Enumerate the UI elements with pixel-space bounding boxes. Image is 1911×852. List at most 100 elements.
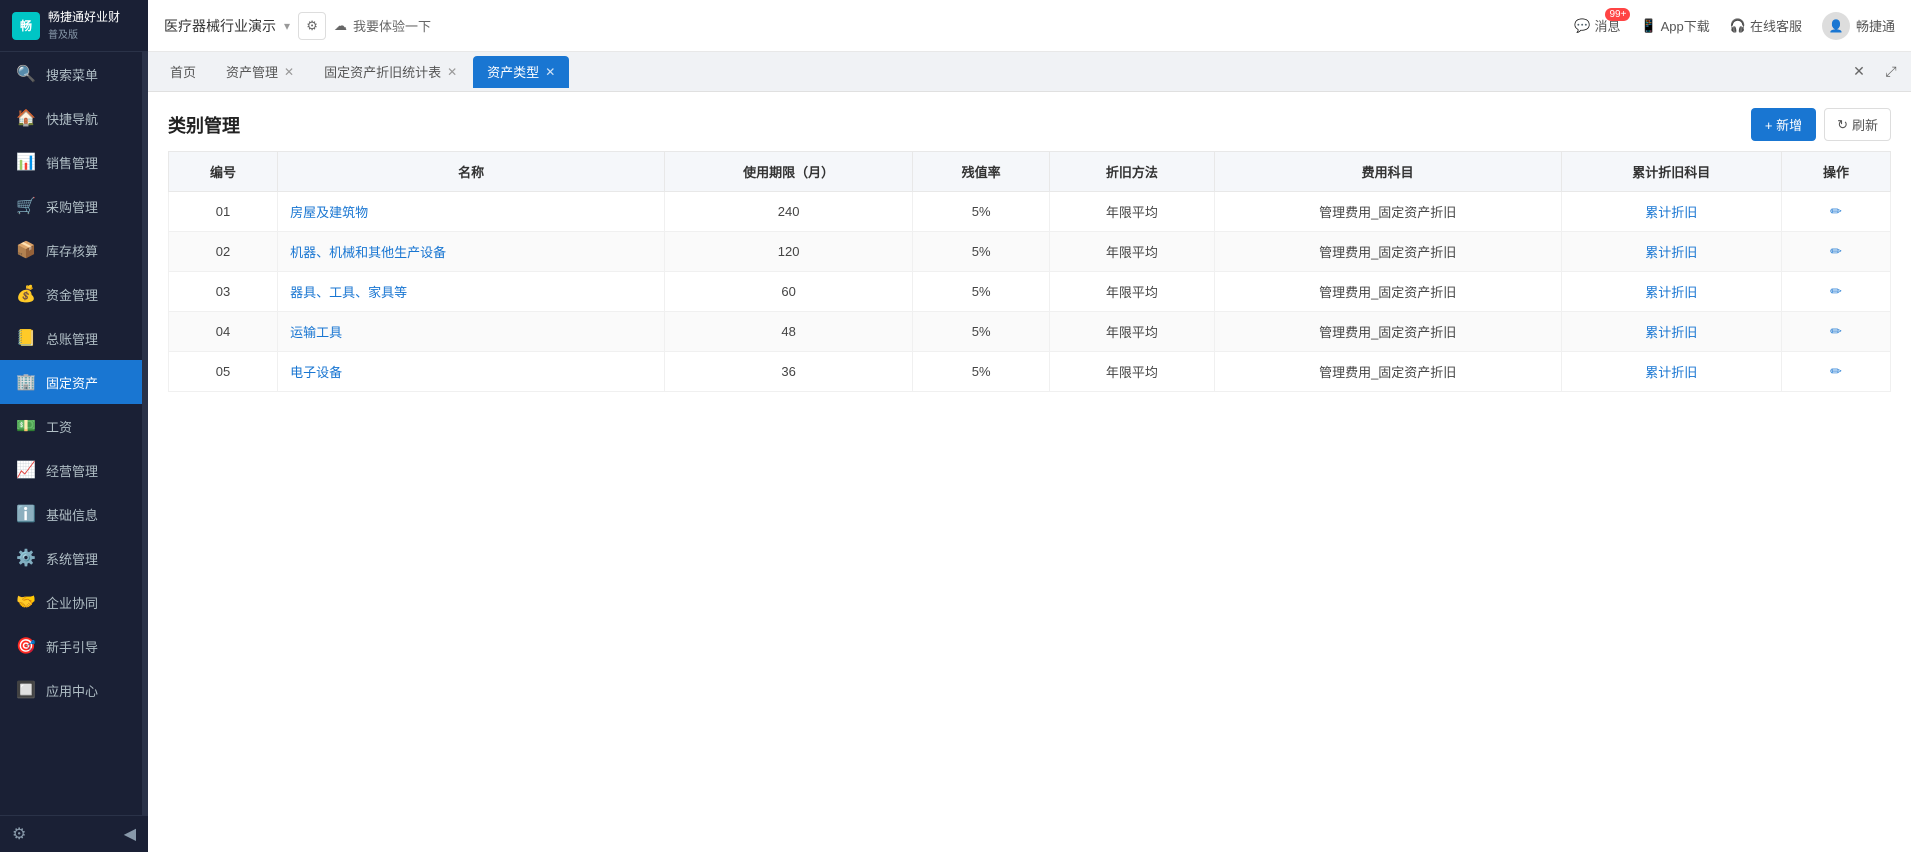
sidebar-item-label: 采购管理 [46,197,98,216]
cell-accumulated[interactable]: 累计折旧 [1561,232,1781,272]
cell-method: 年限平均 [1050,272,1215,312]
online-service-action[interactable]: 🎧 在线客服 [1730,16,1802,35]
tabbar: 首页资产管理✕固定资产折旧统计表✕资产类型✕ ✕ ⤢ [148,52,1911,92]
company-settings-icon[interactable]: ⚙ [298,12,326,40]
sidebar-item-basic-info[interactable]: ℹ️ 基础信息 [0,492,142,536]
sidebar-item-fixed-assets[interactable]: 🏢 固定资产 [0,360,142,404]
col-header: 残值率 [913,152,1050,192]
payroll-icon: 💵 [16,416,36,436]
sidebar-item-search[interactable]: 🔍 搜索菜单 [0,52,142,96]
cell-method: 年限平均 [1050,352,1215,392]
sidebar-item-quick-nav[interactable]: 🏠 快捷导航 [0,96,142,140]
sidebar-item-purchase[interactable]: 🛒 采购管理 [0,184,142,228]
cell-action[interactable]: ✏ [1781,352,1890,392]
col-header: 操作 [1781,152,1890,192]
user-menu[interactable]: 👤 畅捷通 [1822,12,1895,40]
main-content: 医疗器械行业演示 ▾ ⚙ ☁ 我要体验一下 💬 消息 99+ 📱 App下载 🎧… [148,0,1911,852]
tab-asset-type[interactable]: 资产类型✕ [473,56,569,88]
collapse-icon[interactable]: ◀ [124,824,136,844]
sidebar-item-sales[interactable]: 📊 销售管理 [0,140,142,184]
sidebar-item-label: 搜索菜单 [46,65,98,84]
fixed-assets-icon: 🏢 [16,372,36,392]
cell-accumulated[interactable]: 累计折旧 [1561,192,1781,232]
cell-name[interactable]: 器具、工具、家具等 [278,272,665,312]
sidebar-footer: ⚙ ◀ [0,815,148,852]
app-download-icon: 📱 [1640,18,1656,34]
operation-icon: 📈 [16,460,36,480]
edit-icon[interactable]: ✏ [1830,203,1842,219]
cell-action[interactable]: ✏ [1781,272,1890,312]
sidebar-item-label: 总账管理 [46,329,98,348]
col-header: 费用科目 [1214,152,1561,192]
sidebar-item-inventory[interactable]: 📦 库存核算 [0,228,142,272]
cell-name[interactable]: 电子设备 [278,352,665,392]
system-icon: ⚙️ [16,548,36,568]
avatar: 👤 [1822,12,1850,40]
sidebar-item-label: 新手引导 [46,637,98,656]
tab-close-icon[interactable]: ✕ [545,66,555,78]
app-logo: 畅 [12,12,40,40]
cell-code: 05 [169,352,278,392]
cell-name[interactable]: 运输工具 [278,312,665,352]
close-tab-btn[interactable]: ✕ [1847,60,1871,84]
sidebar-item-app-center[interactable]: 🔲 应用中心 [0,668,142,712]
cell-name[interactable]: 房屋及建筑物 [278,192,665,232]
sidebar-item-operation[interactable]: 📈 经营管理 [0,448,142,492]
tab-label: 首页 [170,62,196,81]
page-area: 类别管理 + 新增 ↻ 刷新 编号名称使用期限（月）残值率折旧方法费用科目累计折… [148,92,1911,852]
username: 畅捷通 [1856,16,1895,35]
edit-icon[interactable]: ✏ [1830,283,1842,299]
cell-residual: 5% [913,312,1050,352]
sidebar-scrollbar[interactable] [142,52,148,815]
sidebar-item-label: 基础信息 [46,505,98,524]
maximize-btn[interactable]: ⤢ [1879,60,1903,84]
sidebar-item-ledger[interactable]: 📒 总账管理 [0,316,142,360]
ledger-icon: 📒 [16,328,36,348]
inventory-icon: 📦 [16,240,36,260]
app-download-action[interactable]: 📱 App下载 [1640,16,1709,35]
col-header: 使用期限（月） [665,152,913,192]
sidebar-item-label: 企业协同 [46,593,98,612]
tab-close-icon[interactable]: ✕ [447,66,457,78]
settings-icon[interactable]: ⚙ [12,824,26,844]
edit-icon[interactable]: ✏ [1830,363,1842,379]
sidebar-item-label: 经营管理 [46,461,98,480]
tabbar-controls: ✕ ⤢ [1847,60,1903,84]
cell-name[interactable]: 机器、机械和其他生产设备 [278,232,665,272]
company-dropdown-icon[interactable]: ▾ [284,19,290,33]
sidebar-item-guide[interactable]: 🎯 新手引导 [0,624,142,668]
new-button[interactable]: + 新增 [1751,108,1816,141]
sidebar-item-system[interactable]: ⚙️ 系统管理 [0,536,142,580]
cell-method: 年限平均 [1050,192,1215,232]
edit-icon[interactable]: ✏ [1830,243,1842,259]
cell-action[interactable]: ✏ [1781,192,1890,232]
try-experience-btn[interactable]: ☁ 我要体验一下 [334,16,431,35]
cell-action[interactable]: ✏ [1781,312,1890,352]
cell-accumulated[interactable]: 累计折旧 [1561,312,1781,352]
cell-expense: 管理费用_固定资产折旧 [1214,312,1561,352]
cell-action[interactable]: ✏ [1781,232,1890,272]
table-row: 04 运输工具 48 5% 年限平均 管理费用_固定资产折旧 累计折旧 ✏ [169,312,1891,352]
app-title: 畅捷通好业财 [48,10,120,26]
table-row: 02 机器、机械和其他生产设备 120 5% 年限平均 管理费用_固定资产折旧 … [169,232,1891,272]
tab-home[interactable]: 首页 [156,56,210,88]
tab-close-icon[interactable]: ✕ [284,66,294,78]
message-action[interactable]: 💬 消息 99+ [1574,16,1620,35]
refresh-button[interactable]: ↻ 刷新 [1824,108,1891,141]
company-name[interactable]: 医疗器械行业演示 [164,16,276,36]
tab-asset-mgmt[interactable]: 资产管理✕ [212,56,308,88]
sales-icon: 📊 [16,152,36,172]
edit-icon[interactable]: ✏ [1830,323,1842,339]
cell-accumulated[interactable]: 累计折旧 [1561,352,1781,392]
refresh-icon: ↻ [1837,117,1848,133]
sidebar-item-fund[interactable]: 💰 资金管理 [0,272,142,316]
cell-accumulated[interactable]: 累计折旧 [1561,272,1781,312]
sidebar-item-cooperation[interactable]: 🤝 企业协同 [0,580,142,624]
tab-depreciation-table[interactable]: 固定资产折旧统计表✕ [310,56,471,88]
cell-expense: 管理费用_固定资产折旧 [1214,232,1561,272]
category-table: 编号名称使用期限（月）残值率折旧方法费用科目累计折旧科目操作 01 房屋及建筑物… [168,151,1891,392]
headset-icon: 🎧 [1730,18,1746,34]
col-header: 名称 [278,152,665,192]
cell-period: 36 [665,352,913,392]
sidebar-item-payroll[interactable]: 💵 工资 [0,404,142,448]
